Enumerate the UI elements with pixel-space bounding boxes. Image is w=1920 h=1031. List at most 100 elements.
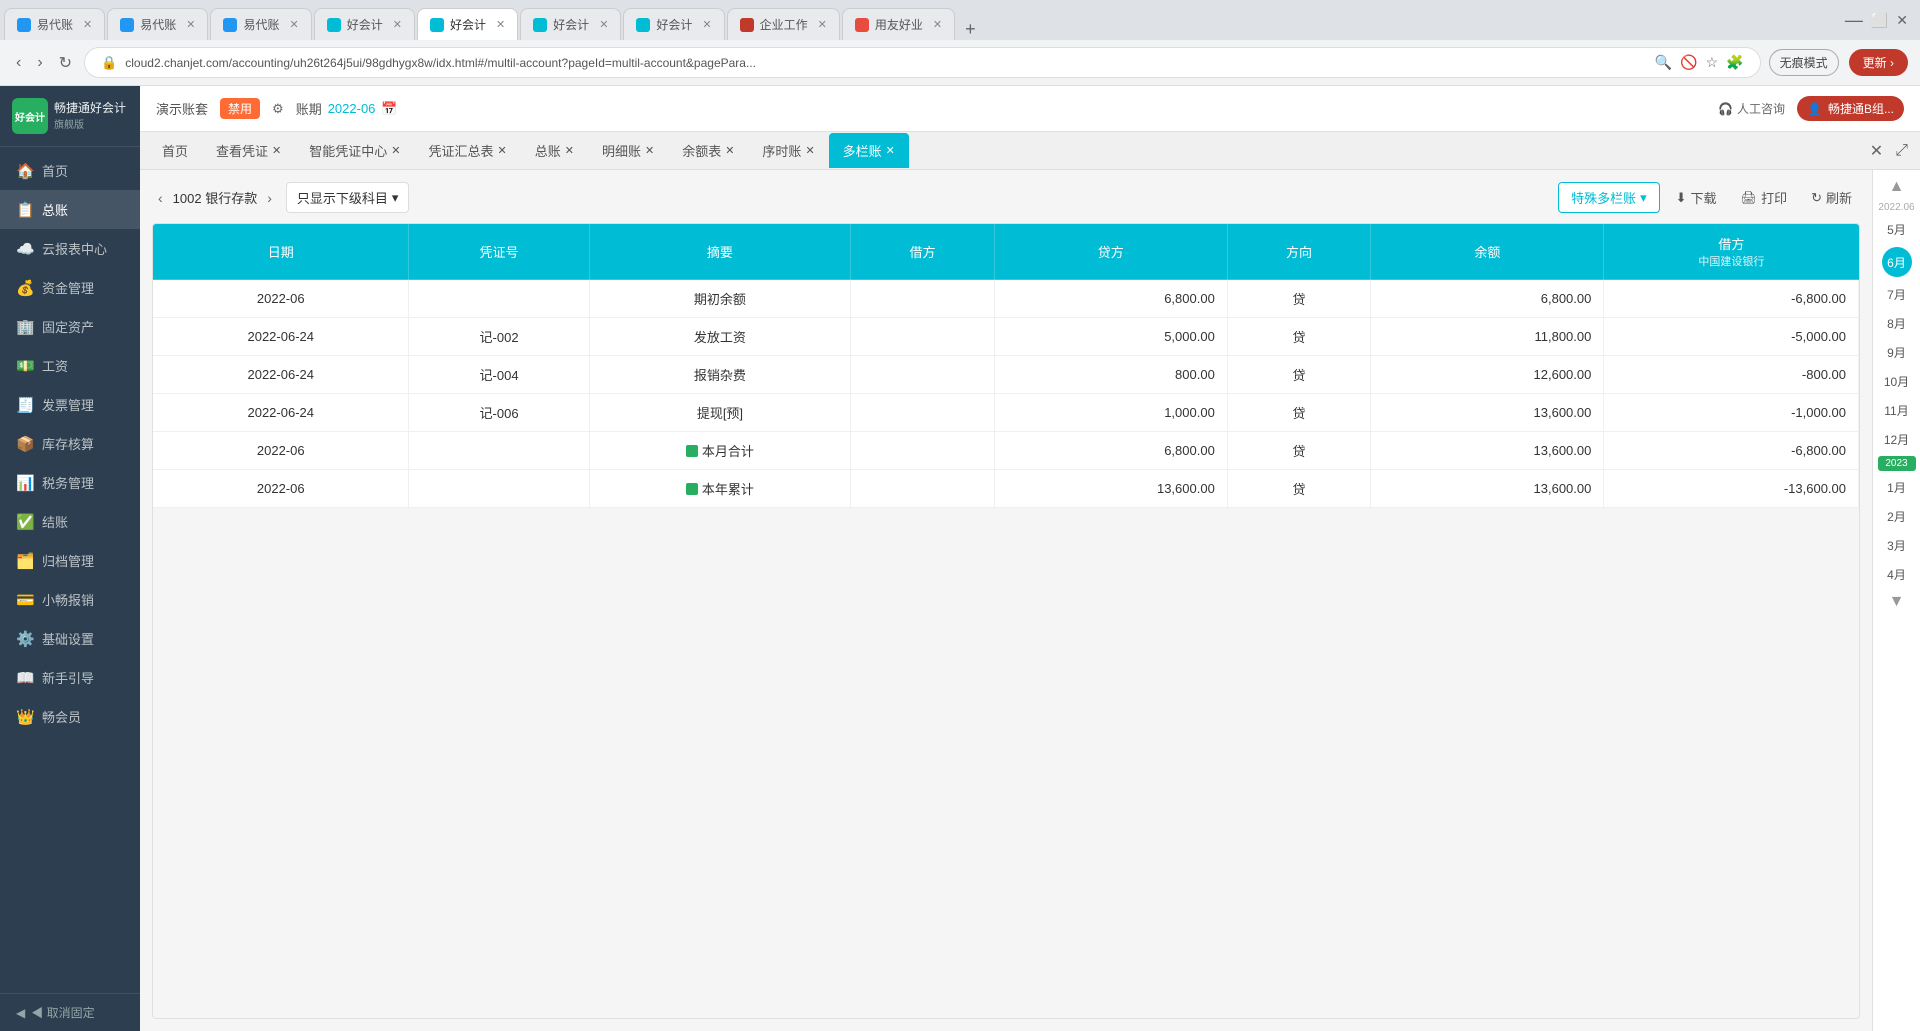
- sidebar-unpin-button[interactable]: ◀ ◀ 取消固定: [0, 993, 140, 1031]
- minimize-button[interactable]: —: [1845, 10, 1863, 31]
- tab-maximize-button[interactable]: ⤢: [1891, 138, 1912, 164]
- tab-close-all-button[interactable]: ✕: [1866, 137, 1887, 165]
- page-tab-close-1[interactable]: ✕: [272, 144, 281, 157]
- page-tab-close-2[interactable]: ✕: [391, 144, 400, 157]
- calendar-scroll-up[interactable]: ▲: [1885, 174, 1909, 200]
- browser-tab-5[interactable]: 好会计✕: [520, 8, 621, 40]
- sidebar-item-小畅报销[interactable]: 💳小畅报销: [0, 580, 140, 619]
- next-account-button[interactable]: ›: [261, 188, 278, 208]
- page-tab-close-8[interactable]: ✕: [886, 144, 895, 157]
- page-tab-close-7[interactable]: ✕: [805, 144, 814, 157]
- page-tab-label-7: 序时账: [762, 141, 801, 160]
- calendar-month-2023-3[interactable]: 3月: [1873, 531, 1920, 560]
- voucher-link[interactable]: 记-004: [480, 368, 519, 383]
- page-tab-凭证汇总表[interactable]: 凭证汇总表✕: [414, 133, 520, 168]
- sidebar-item-库存核算[interactable]: 📦库存核算: [0, 424, 140, 463]
- page-tab-总账[interactable]: 总账✕: [521, 133, 588, 168]
- page-tab-余额表[interactable]: 余额表✕: [668, 133, 748, 168]
- page-tab-close-6[interactable]: ✕: [725, 144, 734, 157]
- browser-tab-4[interactable]: 好会计✕: [417, 8, 518, 40]
- tab-close-3[interactable]: ✕: [393, 18, 402, 31]
- calendar-month-10[interactable]: 10月: [1873, 367, 1920, 396]
- multi-col-button[interactable]: 特殊多栏账 ▾: [1558, 182, 1660, 213]
- page-tab-查看凭证[interactable]: 查看凭证✕: [202, 133, 295, 168]
- page-tab-序时账[interactable]: 序时账 ✕: [748, 133, 828, 168]
- sidebar-item-归档管理[interactable]: 🗂️归档管理: [0, 541, 140, 580]
- browser-tab-1[interactable]: 易代账✕: [107, 8, 208, 40]
- page-tab-明细账[interactable]: 明细账✕: [588, 133, 668, 168]
- calendar-month-11[interactable]: 11月: [1873, 396, 1920, 425]
- tab-close-8[interactable]: ✕: [933, 18, 942, 31]
- refresh-icon: ↻: [1811, 190, 1822, 206]
- browser-tab-2[interactable]: 易代账✕: [210, 8, 311, 40]
- prev-account-button[interactable]: ‹: [152, 188, 169, 208]
- sidebar-item-资金管理[interactable]: 💰资金管理: [0, 268, 140, 307]
- new-tab-button[interactable]: +: [957, 19, 984, 40]
- print-button[interactable]: 🖨 打印: [1733, 183, 1796, 212]
- tab-close-0[interactable]: ✕: [83, 18, 92, 31]
- cell-extra: -5,000.00: [1604, 318, 1859, 356]
- calendar-month-2023-4[interactable]: 4月: [1873, 560, 1920, 589]
- calendar-month-12[interactable]: 12月: [1873, 425, 1920, 454]
- calendar-month-7[interactable]: 7月: [1873, 280, 1920, 309]
- address-bar[interactable]: 🔒 cloud2.chanjet.com/accounting/uh26t264…: [84, 47, 1761, 78]
- tab-label: 企业工作: [760, 16, 808, 33]
- sidebar-item-税务管理[interactable]: 📊税务管理: [0, 463, 140, 502]
- sidebar-item-基础设置[interactable]: ⚙️基础设置: [0, 619, 140, 658]
- page-tab-智能凭证中心[interactable]: 智能凭证中心✕: [295, 133, 414, 168]
- sidebar-item-发票管理[interactable]: 🧾发票管理: [0, 385, 140, 424]
- cell-extra: -6,800.00: [1604, 432, 1859, 470]
- sidebar-item-云报表中心[interactable]: ☁️云报表中心: [0, 229, 140, 268]
- sidebar-item-结账[interactable]: ✅结账: [0, 502, 140, 541]
- tab-close-2[interactable]: ✕: [289, 18, 298, 31]
- table-row: 2022-06-24 记-002 发放工资 5,000.00 贷 11,800.…: [153, 318, 1859, 356]
- page-tab-close-3[interactable]: ✕: [498, 144, 507, 157]
- tab-close-7[interactable]: ✕: [818, 18, 827, 31]
- reload-button[interactable]: ↻: [55, 49, 76, 77]
- back-button[interactable]: ‹: [12, 50, 25, 76]
- stealth-mode-button[interactable]: 无痕模式: [1769, 49, 1839, 76]
- browser-tab-0[interactable]: 易代账✕: [4, 8, 105, 40]
- refresh-button[interactable]: ↻ 刷新: [1803, 183, 1860, 212]
- settings-icon[interactable]: ⚙: [272, 101, 284, 117]
- voucher-link[interactable]: 记-006: [480, 406, 519, 421]
- page-tab-首页[interactable]: 首页: [148, 133, 202, 168]
- user-avatar: 👤: [1807, 102, 1822, 116]
- user-menu[interactable]: 👤 畅捷通B组...: [1797, 96, 1904, 121]
- sidebar-item-工资[interactable]: 💵工资: [0, 346, 140, 385]
- sidebar-item-首页[interactable]: 🏠首页: [0, 151, 140, 190]
- sidebar-item-总账[interactable]: 📋总账: [0, 190, 140, 229]
- tab-close-1[interactable]: ✕: [186, 18, 195, 31]
- calendar-scroll-down[interactable]: ▼: [1885, 589, 1909, 615]
- browser-tab-8[interactable]: 用友好业✕: [842, 8, 955, 40]
- download-button[interactable]: ⬇ 下载: [1668, 183, 1725, 212]
- col-extra: 借方中国建设银行: [1604, 224, 1859, 280]
- page-tab-多栏账[interactable]: 多栏账✕: [829, 133, 909, 168]
- voucher-link[interactable]: 记-002: [480, 330, 519, 345]
- browser-tab-6[interactable]: 好会计✕: [623, 8, 724, 40]
- calendar-month-8[interactable]: 8月: [1873, 309, 1920, 338]
- tab-close-5[interactable]: ✕: [599, 18, 608, 31]
- update-button[interactable]: 更新 ›: [1849, 49, 1908, 76]
- calendar-month-9[interactable]: 9月: [1873, 338, 1920, 367]
- tab-close-4[interactable]: ✕: [496, 18, 505, 31]
- calendar-month-6-active[interactable]: 6月: [1882, 247, 1912, 277]
- calendar-month-2023-2[interactable]: 2月: [1873, 502, 1920, 531]
- forward-button[interactable]: ›: [33, 50, 46, 76]
- calendar-month-5[interactable]: 5月: [1873, 215, 1920, 244]
- tab-icon: [17, 18, 31, 32]
- tab-close-6[interactable]: ✕: [702, 18, 711, 31]
- sidebar-item-畅会员[interactable]: 👑畅会员: [0, 697, 140, 736]
- sidebar-item-新手引导[interactable]: 📖新手引导: [0, 658, 140, 697]
- close-window-button[interactable]: ✕: [1896, 12, 1908, 29]
- page-tab-close-4[interactable]: ✕: [565, 144, 574, 157]
- browser-tab-7[interactable]: 企业工作 ✕: [727, 8, 840, 40]
- maximize-button[interactable]: ⬜: [1871, 12, 1888, 29]
- browser-tab-3[interactable]: 好会计✕: [314, 8, 415, 40]
- sidebar-item-固定资产[interactable]: 🏢固定资产: [0, 307, 140, 346]
- calendar-month-2023-1[interactable]: 1月: [1873, 473, 1920, 502]
- filter-dropdown[interactable]: 只显示下级科目 ▾: [286, 182, 410, 213]
- page-tab-close-5[interactable]: ✕: [645, 144, 654, 157]
- calendar-icon[interactable]: 📅: [381, 101, 397, 117]
- consult-button[interactable]: 🎧 人工咨询: [1718, 100, 1785, 117]
